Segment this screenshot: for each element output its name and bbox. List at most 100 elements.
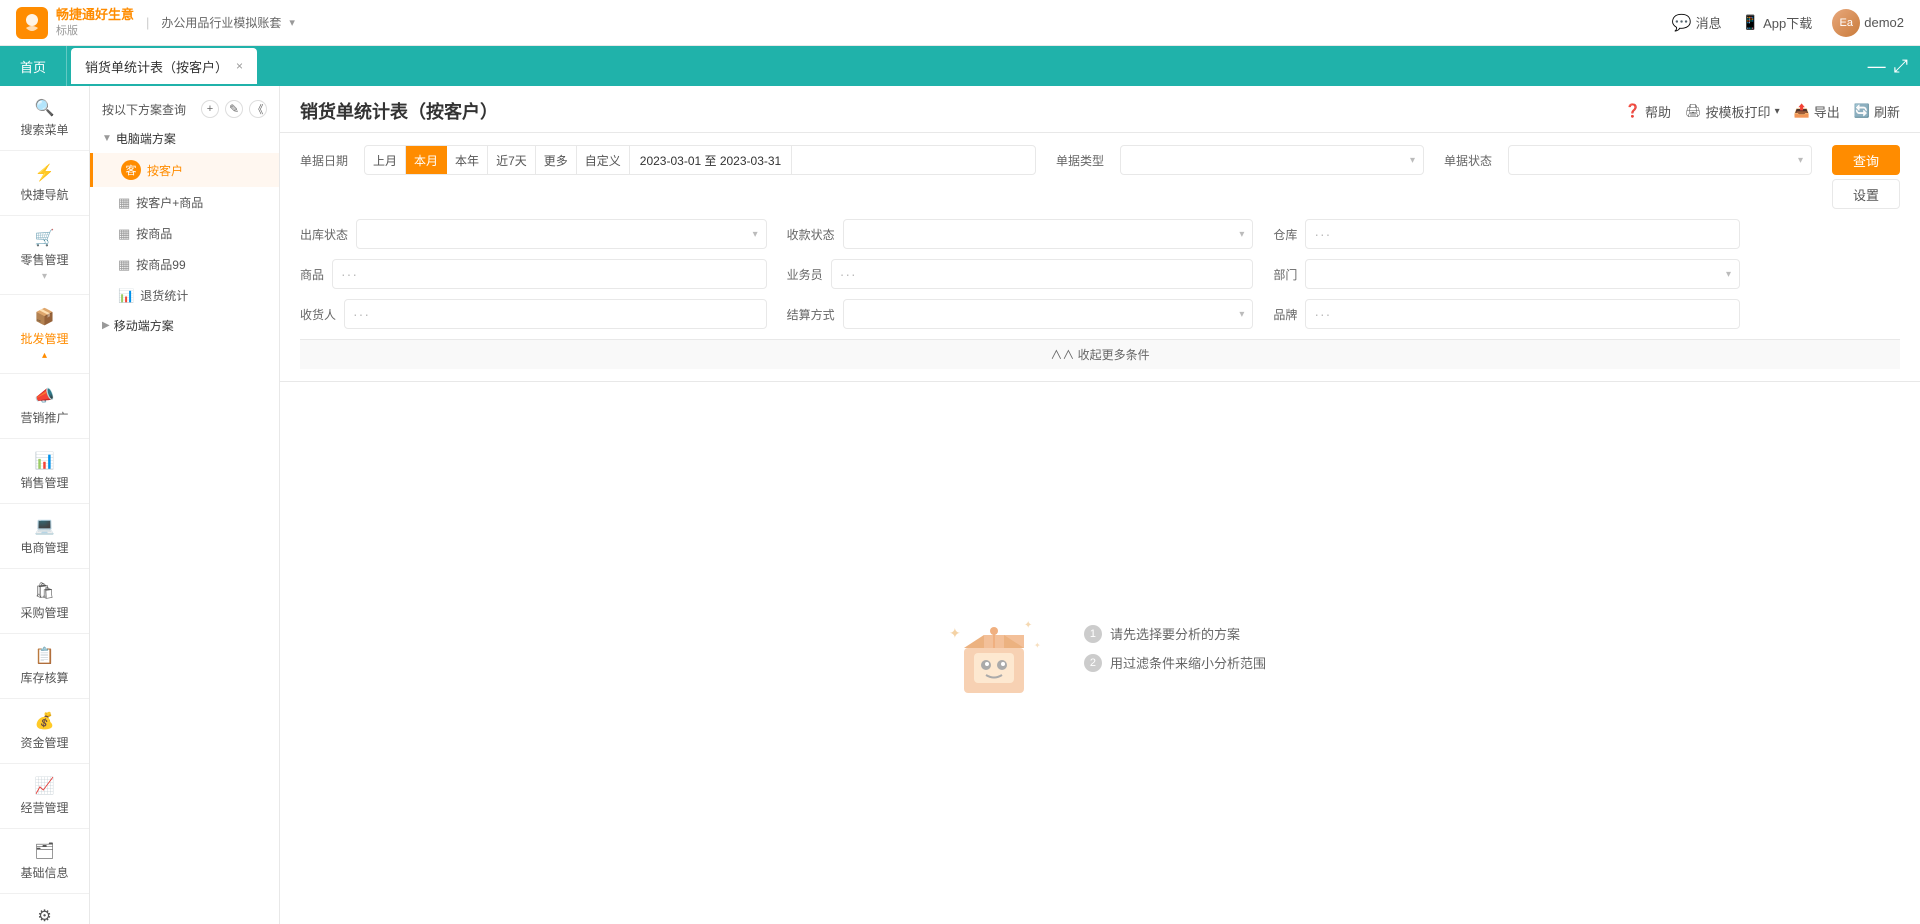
empty-illustration: ✦ ✦ ✦	[934, 593, 1054, 713]
delivery-dropdown-icon: ▾	[753, 229, 758, 240]
sidebar-item-ecommerce[interactable]: 💻 电商管理	[0, 504, 89, 569]
sales-icon: 📊	[6, 451, 83, 471]
print-dropdown-icon: ▾	[1775, 106, 1780, 117]
empty-step-1: 1 请先选择要分析的方案	[1084, 624, 1266, 643]
sidebar-item-basic[interactable]: 🗂 基础信息	[0, 829, 89, 894]
sidebar-item-retail[interactable]: 🛒 零售管理 ▾	[0, 216, 89, 295]
receiver-item: 收货人 ···	[300, 299, 767, 329]
tab-active[interactable]: 销货单统计表（按客户） ×	[71, 48, 257, 84]
logo-area: 畅捷通好生意 标版 | 办公用品行业模拟账套 ▾	[16, 7, 295, 39]
scheme-group-mobile[interactable]: ▶ 移动端方案	[90, 311, 279, 340]
minimize-icon[interactable]: —	[1868, 56, 1886, 77]
order-status-label: 单据状态	[1444, 152, 1492, 169]
order-type-select[interactable]: ▾	[1120, 145, 1424, 175]
brand-select[interactable]: ···	[1305, 299, 1740, 329]
date-btn-this-year[interactable]: 本年	[447, 146, 488, 174]
quick-nav-icon: ⚡	[6, 163, 83, 183]
svg-text:✦: ✦	[949, 625, 961, 641]
sidebar-item-quick-nav[interactable]: ⚡ 快捷导航	[0, 151, 89, 216]
payment-status-label: 收款状态	[787, 226, 835, 243]
scheme-header-buttons: + ✎ 《	[201, 100, 267, 118]
date-filter: 上月 本月 本年 近7天 更多 自定义 2023-03-01 至 2023-03…	[364, 145, 1036, 175]
industry-label: 办公用品行业模拟账套	[161, 14, 281, 31]
filter-row-4: 收货人 ··· 结算方式 ▾ 品牌 ···	[300, 299, 1900, 329]
template-print-btn[interactable]: 🖨 按模板打印 ▾	[1685, 102, 1780, 121]
sidebar-item-finance[interactable]: 💰 资金管理	[0, 699, 89, 764]
scheme-item-by-goods[interactable]: ▦ 按商品	[90, 218, 279, 249]
staff-select[interactable]: ···	[831, 259, 1254, 289]
query-btn[interactable]: 查询	[1832, 145, 1900, 175]
date-btn-this-month[interactable]: 本月	[406, 146, 447, 174]
payment-method-select[interactable]: ▾	[843, 299, 1254, 329]
receiver-select[interactable]: ···	[344, 299, 767, 329]
collapse-up-icon: ∧∧	[1050, 348, 1077, 362]
date-btn-custom[interactable]: 自定义	[577, 146, 630, 174]
app-subtitle: 标版	[56, 24, 134, 38]
order-type-label: 单据类型	[1056, 152, 1104, 169]
purchase-icon: 🛍	[6, 581, 83, 601]
print-icon: 🖨	[1685, 103, 1702, 119]
step-2-number: 2	[1084, 654, 1102, 672]
user-avatar: Ea	[1832, 9, 1860, 37]
filter-row-2: 出库状态 ▾ 收款状态 ▾ 仓库 ···	[300, 219, 1900, 249]
payment-status-dropdown-icon: ▾	[1239, 229, 1244, 240]
message-btn[interactable]: 💬 消息	[1672, 13, 1722, 33]
scheme-item-by-customer[interactable]: 客 按客户	[90, 153, 279, 187]
wholesale-icon: 📦	[6, 307, 83, 327]
sidebar-item-marketing[interactable]: 📣 营销推广	[0, 374, 89, 439]
tab-home[interactable]: 首页	[0, 46, 67, 86]
sidebar-item-inventory[interactable]: 📋 库存核算	[0, 634, 89, 699]
department-select[interactable]: ▾	[1305, 259, 1740, 289]
retail-icon: 🛒	[6, 228, 83, 248]
scheme-item-grid3-icon: ▦	[118, 257, 130, 273]
payment-status-select[interactable]: ▾	[843, 219, 1254, 249]
scheme-add-btn[interactable]: +	[201, 100, 219, 118]
scheme-item-grid2-icon: ▦	[118, 226, 130, 242]
group-expand-icon: ▼	[102, 133, 112, 144]
scheme-item-active-dot: 客	[121, 160, 141, 180]
warehouse-label: 仓库	[1273, 226, 1297, 243]
tab-close-icon[interactable]: ×	[236, 59, 243, 73]
date-btn-last-7-days[interactable]: 近7天	[488, 146, 536, 174]
order-status-dropdown-icon: ▾	[1798, 155, 1803, 166]
user-menu[interactable]: Ea demo2	[1832, 9, 1904, 37]
settings-btn[interactable]: 设置	[1832, 179, 1900, 209]
scheme-group-desktop[interactable]: ▼ 电脑端方案	[90, 124, 279, 153]
delivery-label: 出库状态	[300, 226, 348, 243]
header-right: 💬 消息 📱 App下载 Ea demo2	[1672, 9, 1904, 37]
top-header: 畅捷通好生意 标版 | 办公用品行业模拟账套 ▾ 💬 消息 📱 App下载 Ea…	[0, 0, 1920, 46]
order-status-select[interactable]: ▾	[1508, 145, 1812, 175]
payment-method-item: 结算方式 ▾	[787, 299, 1254, 329]
goods-select[interactable]: ···	[332, 259, 767, 289]
sidebar-item-wholesale[interactable]: 📦 批发管理 ▴	[0, 295, 89, 374]
app-download-btn[interactable]: 📱 App下载	[1742, 13, 1813, 32]
date-label: 单据日期	[300, 152, 348, 169]
industry-dropdown[interactable]: ▾	[289, 16, 295, 29]
goods-item: 商品 ···	[300, 259, 767, 289]
scheme-item-by-customer-goods[interactable]: ▦ 按客户+商品	[90, 187, 279, 218]
scheme-edit-btn[interactable]: ✎	[225, 100, 243, 118]
maximize-icon[interactable]: ⤢	[1894, 56, 1908, 77]
collapse-bar[interactable]: ∧∧ 收起更多条件	[300, 339, 1900, 369]
sidebar-item-system[interactable]: ⚙ 系统管理	[0, 894, 89, 924]
sidebar-item-search[interactable]: 🔍 搜索菜单	[0, 86, 89, 151]
sidebar-item-operations[interactable]: 📈 经营管理	[0, 764, 89, 829]
basic-icon: 🗂	[6, 841, 83, 861]
scheme-item-return-stats[interactable]: 📊 退货统计	[90, 280, 279, 311]
help-btn[interactable]: ❓ 帮助	[1625, 102, 1671, 121]
warehouse-select[interactable]: ···	[1305, 219, 1740, 249]
scheme-item-by-goods-99[interactable]: ▦ 按商品99	[90, 249, 279, 280]
payment-status-item: 收款状态 ▾	[787, 219, 1254, 249]
date-btn-last-month[interactable]: 上月	[365, 146, 406, 174]
delivery-status-select[interactable]: ▾	[356, 219, 767, 249]
export-btn[interactable]: 📤 导出	[1794, 102, 1840, 121]
date-btn-more[interactable]: 更多	[536, 146, 577, 174]
sidebar-item-purchase[interactable]: 🛍 采购管理	[0, 569, 89, 634]
svg-text:✦: ✦	[1024, 620, 1032, 631]
refresh-btn[interactable]: 🔄 刷新	[1854, 102, 1900, 121]
scheme-collapse-btn[interactable]: 《	[249, 100, 267, 118]
staff-item: 业务员 ···	[787, 259, 1254, 289]
search-icon: 🔍	[6, 98, 83, 118]
page-actions: ❓ 帮助 🖨 按模板打印 ▾ 📤 导出 🔄 刷新	[1625, 102, 1900, 121]
sidebar-item-sales[interactable]: 📊 销售管理	[0, 439, 89, 504]
